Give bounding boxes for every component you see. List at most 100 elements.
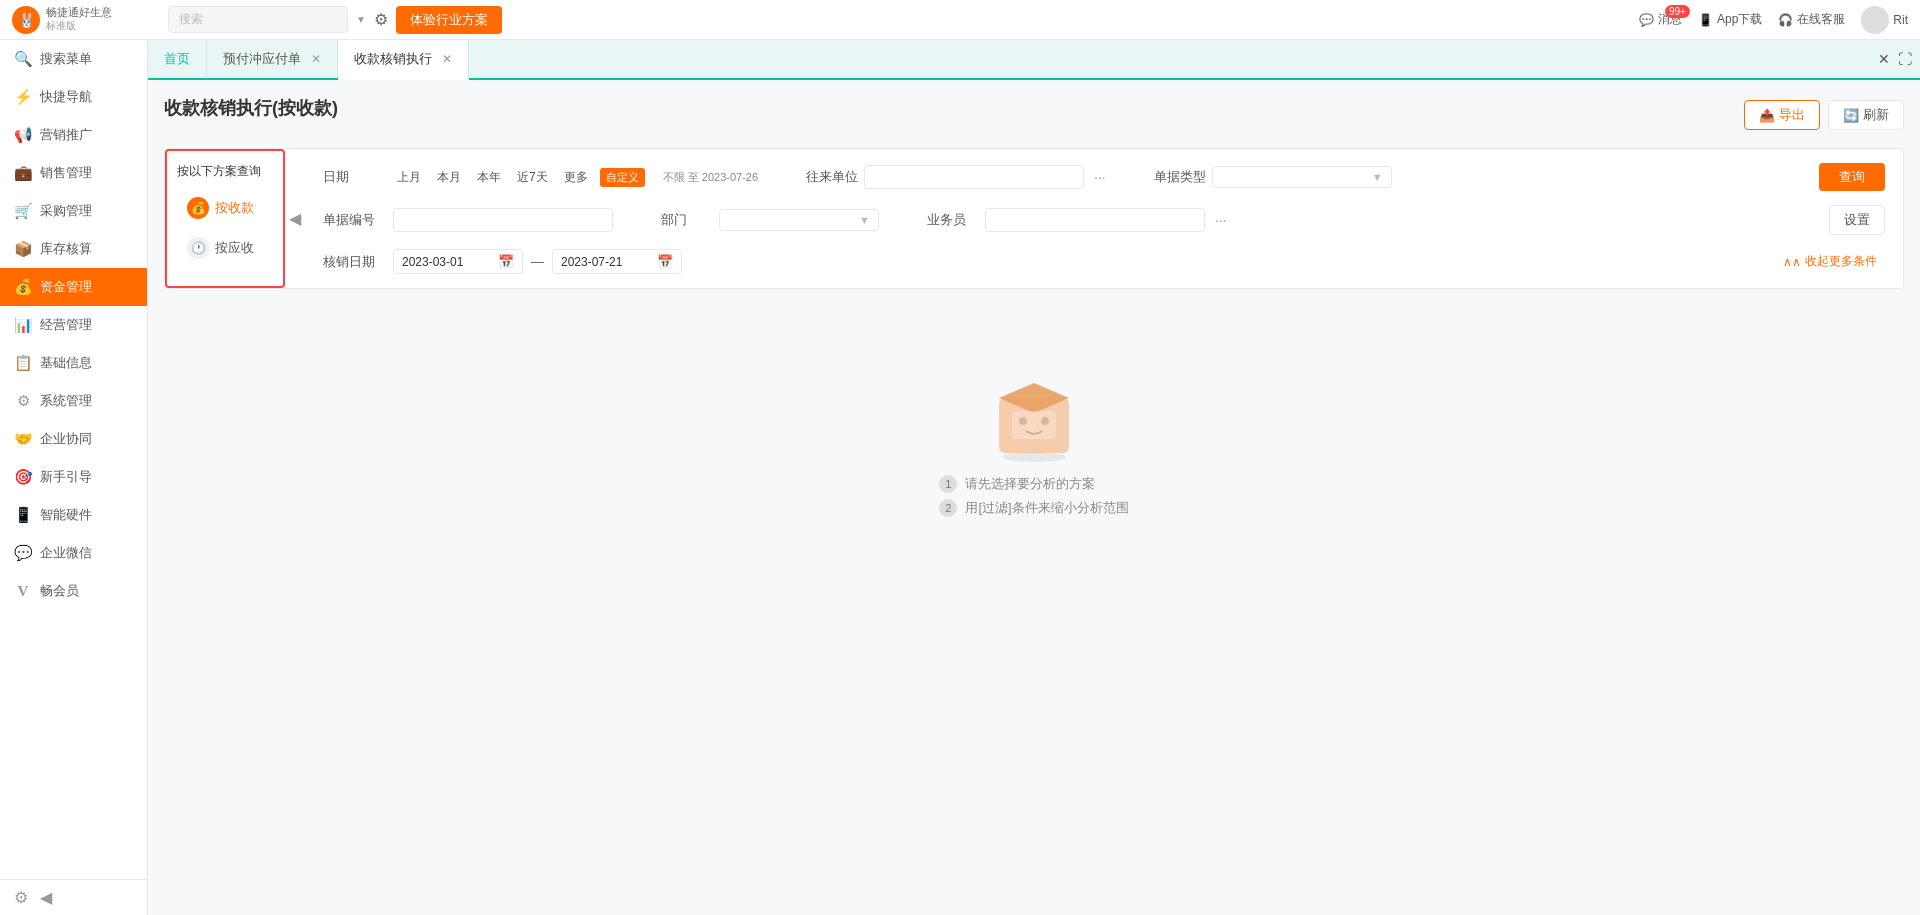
filter-left-title: 按以下方案查询: [177, 163, 273, 180]
tab-prepay-close-icon[interactable]: ✕: [311, 52, 321, 66]
department-label: 部门: [661, 211, 713, 229]
empty-hint-2: 2 用[过滤]条件来缩小分析范围: [939, 499, 1128, 517]
department-select[interactable]: ▼: [719, 209, 879, 231]
date-label: 日期: [323, 168, 375, 186]
date-this-month[interactable]: 本月: [433, 167, 465, 188]
hint-num-1: 1: [939, 475, 957, 493]
operations-icon: 📊: [14, 316, 32, 334]
online-service-btn[interactable]: 🎧 在线客服: [1778, 11, 1845, 28]
staff-dots-icon[interactable]: ···: [1215, 212, 1227, 228]
counterparty-input[interactable]: [864, 165, 1084, 189]
sidebar-item-member[interactable]: V 畅会员: [0, 572, 147, 610]
online-service-label: 在线客服: [1797, 11, 1845, 28]
sidebar-item-label: 经营管理: [40, 316, 92, 334]
sidebar-item-system[interactable]: ⚙ 系统管理: [0, 382, 147, 420]
app-download-label: App下载: [1717, 11, 1762, 28]
verify-date-range: 2023-03-01 📅 — 2023-07-21 📅: [393, 249, 682, 274]
date-custom[interactable]: 自定义: [600, 168, 645, 187]
message-badge: 99+: [1665, 5, 1690, 18]
sidebar-settings-icon[interactable]: ⚙: [14, 888, 28, 907]
date-this-year[interactable]: 本年: [473, 167, 505, 188]
tab-receipt-close-icon[interactable]: ✕: [442, 52, 452, 66]
refresh-btn[interactable]: 🔄 刷新: [1828, 100, 1904, 130]
verify-date-label: 核销日期: [323, 253, 375, 271]
filter-collapse-left-btn[interactable]: ◀: [285, 149, 305, 288]
tab-receipt-verify[interactable]: 收款核销执行 ✕: [338, 40, 469, 80]
svg-point-3: [1019, 417, 1027, 425]
sidebar-item-label: 企业协同: [40, 430, 92, 448]
sidebar-collapse-icon[interactable]: ◀: [40, 888, 52, 907]
svg-point-5: [1002, 452, 1066, 462]
filter-receivable-icon: 🕐: [187, 237, 209, 259]
sidebar-item-search-menu[interactable]: 🔍 搜索菜单: [0, 40, 147, 78]
tab-close-all-icon[interactable]: ✕: [1878, 51, 1890, 67]
export-icon: 📤: [1759, 108, 1775, 123]
message-icon: 💬: [1639, 13, 1654, 27]
empty-hint-list: 1 请先选择要分析的方案 2 用[过滤]条件来缩小分析范围: [939, 475, 1128, 517]
dropdown-arrow-icon[interactable]: ▼: [356, 14, 366, 25]
message-btn[interactable]: 💬 消息 99+: [1639, 11, 1682, 28]
sales-icon: 💼: [14, 164, 32, 182]
filter-receipt-icon: 💰: [187, 197, 209, 219]
settings-btn[interactable]: 设置: [1829, 205, 1885, 235]
sidebar-item-marketing[interactable]: 📢 营销推广: [0, 116, 147, 154]
sidebar-item-hardware[interactable]: 📱 智能硬件: [0, 496, 147, 534]
sidebar-item-sales[interactable]: 💼 销售管理: [0, 154, 147, 192]
voucher-no-input[interactable]: [393, 208, 613, 232]
tab-fullscreen-icon[interactable]: ⛶: [1898, 51, 1912, 67]
sidebar-item-basic-info[interactable]: 📋 基础信息: [0, 344, 147, 382]
app-icon: 📱: [1698, 13, 1713, 27]
empty-illustration: [974, 363, 1094, 463]
app-download-btn[interactable]: 📱 App下载: [1698, 11, 1762, 28]
voucher-type-select[interactable]: ▼: [1212, 166, 1392, 188]
export-btn[interactable]: 📤 导出: [1744, 100, 1820, 130]
basic-info-icon: 📋: [14, 354, 32, 372]
counterparty-label: 往来单位: [806, 168, 858, 186]
sidebar-item-quick-nav[interactable]: ⚡ 快捷导航: [0, 78, 147, 116]
sidebar-item-label: 基础信息: [40, 354, 92, 372]
filter-by-receipt[interactable]: 💰 按收款: [177, 192, 273, 224]
sidebar-item-inventory[interactable]: 📦 库存核算: [0, 230, 147, 268]
tab-home-label: 首页: [164, 50, 190, 68]
sidebar-item-enterprise[interactable]: 🤝 企业协同: [0, 420, 147, 458]
staff-input[interactable]: [985, 208, 1205, 232]
sidebar: 🔍 搜索菜单 ⚡ 快捷导航 📢 营销推广 💼 销售管理 🛒 采购管理 📦 库存核…: [0, 40, 148, 915]
sidebar-item-label: 系统管理: [40, 392, 92, 410]
verify-date-end-input[interactable]: 2023-07-21 📅: [552, 249, 682, 274]
counterparty-dots-icon[interactable]: ···: [1094, 169, 1106, 185]
tab-receipt-label: 收款核销执行: [354, 50, 432, 68]
filter-by-receivable[interactable]: 🕐 按应收: [177, 232, 273, 264]
industry-btn[interactable]: 体验行业方案: [396, 6, 502, 34]
sidebar-item-wechat[interactable]: 💬 企业微信: [0, 534, 147, 572]
filter-row-3: 核销日期 2023-03-01 📅 — 2023-07-21 📅: [323, 249, 1885, 274]
date-quick-select: 上月 本月 本年 近7天 更多 自定义: [393, 167, 645, 188]
cal-end-icon: 📅: [657, 254, 673, 269]
sidebar-item-operations[interactable]: 📊 经营管理: [0, 306, 147, 344]
user-info[interactable]: Rit: [1861, 6, 1908, 34]
verify-date-start-input[interactable]: 2023-03-01 📅: [393, 249, 523, 274]
collapse-more-btn[interactable]: ∧∧ 收起更多条件: [1775, 249, 1885, 274]
sidebar-item-guide[interactable]: 🎯 新手引导: [0, 458, 147, 496]
voucher-no-label: 单据编号: [323, 211, 375, 229]
member-icon: V: [14, 583, 32, 600]
query-btn[interactable]: 查询: [1819, 163, 1885, 191]
hint-num-2: 2: [939, 499, 957, 517]
sidebar-item-purchase[interactable]: 🛒 采购管理: [0, 192, 147, 230]
guide-icon: 🎯: [14, 468, 32, 486]
settings-icon[interactable]: ⚙: [374, 10, 388, 29]
date-last-7days[interactable]: 近7天: [513, 167, 552, 188]
verify-date-start-val: 2023-03-01: [402, 255, 463, 269]
page-title: 收款核销执行(按收款): [164, 96, 338, 120]
sidebar-item-finance[interactable]: 💰 资金管理: [0, 268, 147, 306]
tab-prepay[interactable]: 预付冲应付单 ✕: [207, 40, 338, 78]
svg-point-4: [1041, 417, 1049, 425]
date-more[interactable]: 更多: [560, 167, 592, 188]
tab-home[interactable]: 首页: [148, 40, 207, 78]
topbar-right: 💬 消息 99+ 📱 App下载 🎧 在线客服 Rit: [1639, 6, 1908, 34]
date-last-month[interactable]: 上月: [393, 167, 425, 188]
search-box[interactable]: 搜索: [168, 6, 348, 33]
staff-field: 业务员 ···: [927, 208, 1227, 232]
filter-receipt-label: 按收款: [215, 199, 254, 217]
sidebar-bottom: ⚙ ◀: [0, 879, 147, 915]
department-field: 部门 ▼: [661, 209, 879, 231]
